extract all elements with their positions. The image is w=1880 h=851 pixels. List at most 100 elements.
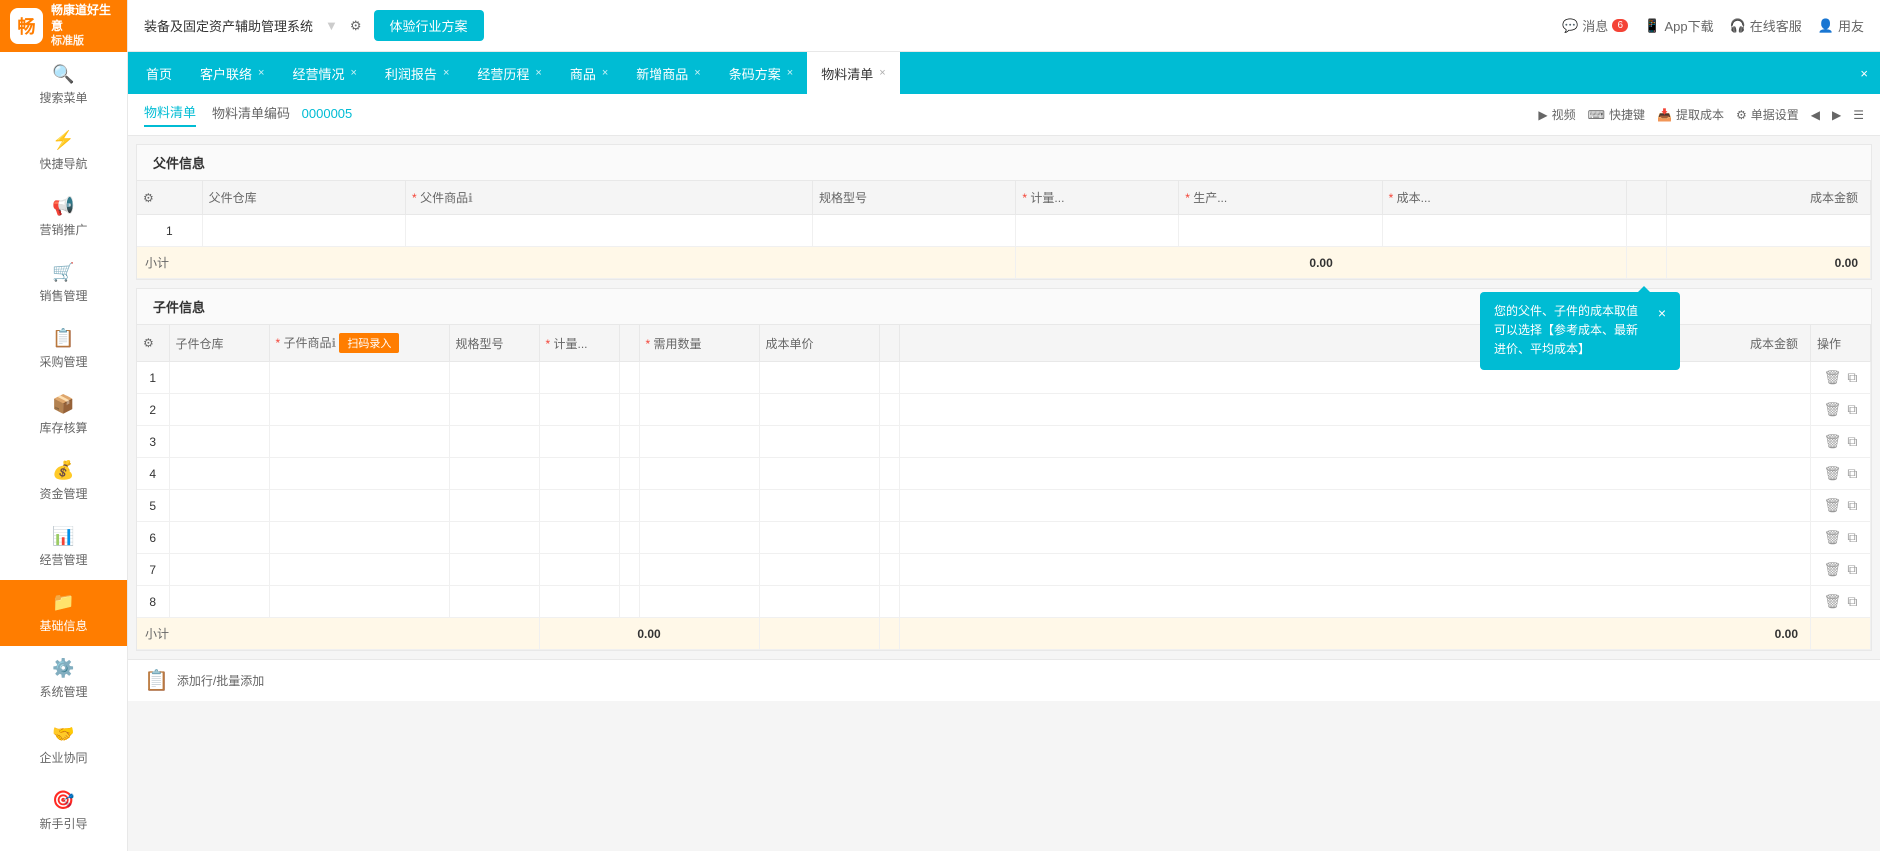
parent-spec-1[interactable] — [812, 215, 1015, 247]
child-qty-8[interactable] — [639, 586, 759, 618]
child-spec-4[interactable] — [449, 458, 539, 490]
sidebar-item-operations[interactable]: 📊 经营管理 — [0, 514, 127, 580]
video-action[interactable]: ▶ 视频 — [1538, 106, 1575, 123]
child-unit-4[interactable] — [539, 458, 619, 490]
child-unit-6[interactable] — [539, 522, 619, 554]
sidebar-item-guide[interactable]: 🎯 新手引导 — [0, 778, 127, 844]
sidebar-item-enterprise[interactable]: 🤝 企业协同 — [0, 712, 127, 778]
child-warehouse-6[interactable] — [169, 522, 269, 554]
tab-close-bom[interactable]: × — [879, 67, 885, 79]
child-product-7[interactable] — [269, 554, 449, 586]
list-view-icon[interactable]: ☰ — [1853, 108, 1864, 122]
sub-tab-bom[interactable]: 物料清单 — [144, 102, 196, 127]
delete-icon-6[interactable]: 🗑 — [1824, 529, 1842, 546]
close-all-tabs[interactable]: × — [1852, 66, 1876, 81]
user-action[interactable]: 👤 用友 — [1818, 16, 1864, 35]
tab-profit[interactable]: 利润报告 × — [371, 52, 463, 94]
tab-close-product[interactable]: × — [602, 67, 608, 79]
child-qty-3[interactable] — [639, 426, 759, 458]
child-unit-8[interactable] — [539, 586, 619, 618]
tab-bom[interactable]: 物料清单 × — [807, 52, 899, 94]
extract-cost-action[interactable]: 📥 提取成本 — [1657, 106, 1724, 123]
sidebar-item-sales[interactable]: 🛒 销售管理 — [0, 250, 127, 316]
child-product-6[interactable] — [269, 522, 449, 554]
sidebar-item-marketing[interactable]: 📢 营销推广 — [0, 184, 127, 250]
scan-input-button[interactable]: 扫码录入 — [339, 333, 399, 353]
child-spec-7[interactable] — [449, 554, 539, 586]
tab-barcode[interactable]: 条码方案 × — [715, 52, 807, 94]
app-download-action[interactable]: 📱 App下载 — [1644, 16, 1713, 35]
parent-cost-1[interactable] — [1382, 215, 1626, 247]
child-product-4[interactable] — [269, 458, 449, 490]
child-price-3[interactable] — [759, 426, 879, 458]
child-spec-5[interactable] — [449, 490, 539, 522]
doc-settings-action[interactable]: ⚙ 单据设置 — [1736, 106, 1799, 123]
child-product-8[interactable] — [269, 586, 449, 618]
parent-product-1[interactable] — [406, 215, 813, 247]
nav-prev-icon[interactable]: ◀ — [1811, 108, 1820, 122]
sidebar-item-system[interactable]: ⚙️ 系统管理 — [0, 646, 127, 712]
tab-close-new-product[interactable]: × — [694, 67, 700, 79]
child-unit-5[interactable] — [539, 490, 619, 522]
copy-icon-3[interactable]: ⧉ — [1847, 433, 1857, 450]
child-warehouse-4[interactable] — [169, 458, 269, 490]
column-settings-icon[interactable]: ⚙ — [143, 191, 154, 205]
child-price-1[interactable] — [759, 362, 879, 394]
tab-new-product[interactable]: 新增商品 × — [622, 52, 714, 94]
parent-unit-1[interactable] — [1016, 215, 1179, 247]
child-product-5[interactable] — [269, 490, 449, 522]
child-qty-5[interactable] — [639, 490, 759, 522]
tab-history[interactable]: 经营历程 × — [463, 52, 555, 94]
sidebar-item-purchase[interactable]: 📋 采购管理 — [0, 316, 127, 382]
delete-icon-3[interactable]: 🗑 — [1824, 433, 1842, 450]
delete-icon-2[interactable]: 🗑 — [1824, 401, 1842, 418]
child-price-6[interactable] — [759, 522, 879, 554]
delete-icon-1[interactable]: 🗑 — [1824, 369, 1842, 386]
copy-icon-5[interactable]: ⧉ — [1847, 497, 1857, 514]
child-spec-1[interactable] — [449, 362, 539, 394]
child-spec-8[interactable] — [449, 586, 539, 618]
child-warehouse-2[interactable] — [169, 394, 269, 426]
nav-next-icon[interactable]: ▶ — [1832, 108, 1841, 122]
shortcut-action[interactable]: ⌨ 快捷键 — [1588, 106, 1645, 123]
child-spec-2[interactable] — [449, 394, 539, 426]
tab-close-customer[interactable]: × — [258, 67, 264, 79]
child-product-2[interactable] — [269, 394, 449, 426]
sidebar-item-quicknav[interactable]: ⚡ 快捷导航 — [0, 118, 127, 184]
tab-home[interactable]: 首页 — [132, 52, 186, 94]
copy-icon-1[interactable]: ⧉ — [1847, 369, 1857, 386]
delete-icon-8[interactable]: 🗑 — [1824, 593, 1842, 610]
child-unit-7[interactable] — [539, 554, 619, 586]
child-product-1[interactable] — [269, 362, 449, 394]
child-product-3[interactable] — [269, 426, 449, 458]
child-warehouse-5[interactable] — [169, 490, 269, 522]
child-price-8[interactable] — [759, 586, 879, 618]
copy-icon-6[interactable]: ⧉ — [1847, 529, 1857, 546]
sidebar-item-basic-info[interactable]: 📁 基础信息 — [0, 580, 127, 646]
delete-icon-4[interactable]: 🗑 — [1824, 465, 1842, 482]
sidebar-item-finance[interactable]: 💰 资金管理 — [0, 448, 127, 514]
tab-customer[interactable]: 客户联络 × — [186, 52, 278, 94]
tab-close-profit[interactable]: × — [443, 67, 449, 79]
child-qty-6[interactable] — [639, 522, 759, 554]
child-warehouse-1[interactable] — [169, 362, 269, 394]
add-row-icon[interactable]: 📋 — [144, 668, 169, 693]
delete-icon-7[interactable]: 🗑 — [1824, 561, 1842, 578]
message-action[interactable]: 💬 消息 6 — [1562, 16, 1628, 35]
child-price-5[interactable] — [759, 490, 879, 522]
sidebar-item-search[interactable]: 🔍 搜索菜单 — [0, 52, 127, 118]
child-unit-2[interactable] — [539, 394, 619, 426]
child-spec-3[interactable] — [449, 426, 539, 458]
tab-operations[interactable]: 经营情况 × — [278, 52, 370, 94]
tab-close-history[interactable]: × — [535, 67, 541, 79]
child-qty-4[interactable] — [639, 458, 759, 490]
parent-warehouse-1[interactable] — [202, 215, 405, 247]
child-qty-2[interactable] — [639, 394, 759, 426]
copy-icon-2[interactable]: ⧉ — [1847, 401, 1857, 418]
copy-icon-7[interactable]: ⧉ — [1847, 561, 1857, 578]
tab-close-barcode[interactable]: × — [787, 67, 793, 79]
child-qty-7[interactable] — [639, 554, 759, 586]
child-column-settings-icon[interactable]: ⚙ — [143, 336, 154, 350]
child-price-7[interactable] — [759, 554, 879, 586]
tab-close-operations[interactable]: × — [350, 67, 356, 79]
